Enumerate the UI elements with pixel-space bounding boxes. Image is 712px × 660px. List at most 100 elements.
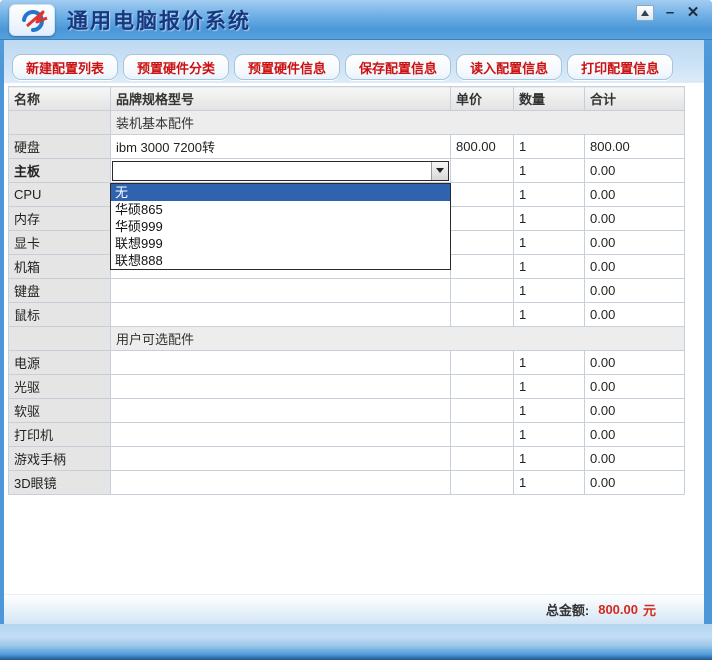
close-button[interactable]: ✕ [686, 5, 700, 21]
item-price-cell[interactable] [450, 158, 514, 183]
item-brand-cell[interactable] [110, 398, 451, 423]
table-row: 键盘 1 0.00 [8, 278, 685, 303]
logo-glyph [22, 10, 48, 32]
minimize-button[interactable]: – [663, 5, 677, 21]
table-row: 硬盘 ibm 3000 7200转 800.00 1 800.00 [8, 134, 685, 159]
column-header: 单价 [450, 86, 514, 111]
item-qty-cell[interactable]: 1 [513, 470, 585, 495]
item-price-cell[interactable] [450, 278, 514, 303]
item-price-cell[interactable] [450, 302, 514, 327]
item-qty-cell[interactable]: 1 [513, 182, 585, 207]
item-price-cell[interactable] [450, 350, 514, 375]
item-price-cell[interactable] [450, 182, 514, 207]
item-qty-cell[interactable]: 1 [513, 302, 585, 327]
item-total-cell: 0.00 [584, 374, 685, 399]
item-name-cell: 硬盘 [8, 134, 111, 159]
item-qty-cell[interactable]: 1 [513, 278, 585, 303]
item-name-cell: 显卡 [8, 230, 111, 255]
toolbar-button-new-config-list[interactable]: 新建配置列表 [12, 54, 119, 80]
item-price-cell[interactable] [450, 398, 514, 423]
toolbar-button-preset-hardware-info[interactable]: 预置硬件信息 [234, 54, 341, 80]
item-total-cell: 0.00 [584, 158, 685, 183]
item-total-cell: 0.00 [584, 278, 685, 303]
dropdown-option[interactable]: 华硕865 [111, 201, 450, 218]
combobox-dropdown-button[interactable] [431, 161, 448, 180]
item-price-cell[interactable] [450, 230, 514, 255]
rollup-button[interactable] [636, 5, 654, 21]
section-name-cell [8, 326, 111, 351]
item-price-cell[interactable] [450, 422, 514, 447]
item-price-cell[interactable] [450, 254, 514, 279]
statusbar: 总金额: 800.00 元 [4, 594, 704, 624]
item-price-cell[interactable] [450, 470, 514, 495]
item-brand-cell[interactable] [110, 158, 451, 183]
item-name-cell: 光驱 [8, 374, 111, 399]
item-qty-cell[interactable]: 1 [513, 206, 585, 231]
section-label: 装机基本配件 [110, 110, 685, 135]
triangle-up-icon [641, 10, 649, 16]
item-name-cell: CPU [8, 182, 111, 207]
item-brand-cell[interactable] [110, 374, 451, 399]
toolbar-button-preset-hardware-category[interactable]: 预置硬件分类 [123, 54, 230, 80]
item-qty-cell[interactable]: 1 [513, 134, 585, 159]
table-row: 3D眼镜 1 0.00 [8, 470, 685, 495]
item-total-cell: 0.00 [584, 422, 685, 447]
item-price-cell[interactable] [450, 446, 514, 471]
table-row: 打印机 1 0.00 [8, 422, 685, 447]
dropdown-option[interactable]: 联想999 [111, 235, 450, 252]
item-brand-cell[interactable]: ibm 3000 7200转 [110, 134, 451, 159]
item-qty-cell[interactable]: 1 [513, 254, 585, 279]
combobox-value [113, 162, 431, 180]
item-brand-cell[interactable] [110, 422, 451, 447]
item-price-cell[interactable] [450, 374, 514, 399]
item-total-cell: 0.00 [584, 206, 685, 231]
column-header: 名称 [8, 86, 111, 111]
quote-table-body: 装机基本配件 硬盘 ibm 3000 7200转 800.00 1 800.00 主板 1 0.… [8, 110, 685, 495]
quote-table: 名称 品牌规格型号 单价 数量 合计 装机基本配件 硬盘 ibm 3000 7200转 800… [8, 86, 685, 495]
item-total-cell: 0.00 [584, 254, 685, 279]
item-qty-cell[interactable]: 1 [513, 446, 585, 471]
item-brand-cell[interactable] [110, 446, 451, 471]
toolbar-button-print-config-info[interactable]: 打印配置信息 [567, 54, 674, 80]
item-qty-cell[interactable]: 1 [513, 374, 585, 399]
item-name-cell: 打印机 [8, 422, 111, 447]
window-bottom-frame [0, 624, 712, 660]
item-qty-cell[interactable]: 1 [513, 230, 585, 255]
item-name-cell: 3D眼镜 [8, 470, 111, 495]
item-total-cell: 0.00 [584, 446, 685, 471]
item-qty-cell[interactable]: 1 [513, 350, 585, 375]
chevron-down-icon [436, 168, 444, 173]
toolbar-button-save-config-info[interactable]: 保存配置信息 [345, 54, 452, 80]
column-header: 品牌规格型号 [110, 86, 451, 111]
item-brand-cell[interactable] [110, 302, 451, 327]
window-controls: – ✕ [636, 5, 700, 21]
item-name-cell: 游戏手柄 [8, 446, 111, 471]
section-name-cell [8, 110, 111, 135]
window-body: 新建配置列表 预置硬件分类 预置硬件信息 保存配置信息 读入配置信息 打印配置信息 名称品… [4, 40, 704, 624]
dropdown-option[interactable]: 无 [111, 184, 450, 201]
table-row: 光驱 1 0.00 [8, 374, 685, 399]
item-price-cell[interactable]: 800.00 [450, 134, 514, 159]
item-brand-cell[interactable] [110, 470, 451, 495]
toolbar-button-load-config-info[interactable]: 读入配置信息 [456, 54, 563, 80]
item-brand-cell[interactable] [110, 350, 451, 375]
item-price-cell[interactable] [450, 206, 514, 231]
app-window: 通用电脑报价系统 – ✕ 新建配置列表 预置硬件分类 预置硬件信息 保存配置信息 读入配… [0, 0, 712, 660]
dropdown-option[interactable]: 联想888 [111, 252, 450, 269]
table-row: 鼠标 1 0.00 [8, 302, 685, 327]
item-brand-cell[interactable] [110, 278, 451, 303]
brand-combobox[interactable] [112, 160, 449, 181]
item-total-cell: 0.00 [584, 182, 685, 207]
total-amount-value: 800.00 [598, 602, 638, 617]
total-amount-currency: 元 [642, 603, 656, 618]
app-logo-icon [9, 4, 55, 36]
dropdown-option[interactable]: 华硕999 [111, 218, 450, 235]
item-qty-cell[interactable]: 1 [513, 398, 585, 423]
item-qty-cell[interactable]: 1 [513, 422, 585, 447]
item-total-cell: 0.00 [584, 398, 685, 423]
section-label: 用户可选配件 [110, 326, 685, 351]
brand-dropdown-list: 无华硕865 华硕999 联想999 联想888 [110, 183, 451, 270]
item-total-cell: 800.00 [584, 134, 685, 159]
item-qty-cell[interactable]: 1 [513, 158, 585, 183]
item-name-cell: 软驱 [8, 398, 111, 423]
